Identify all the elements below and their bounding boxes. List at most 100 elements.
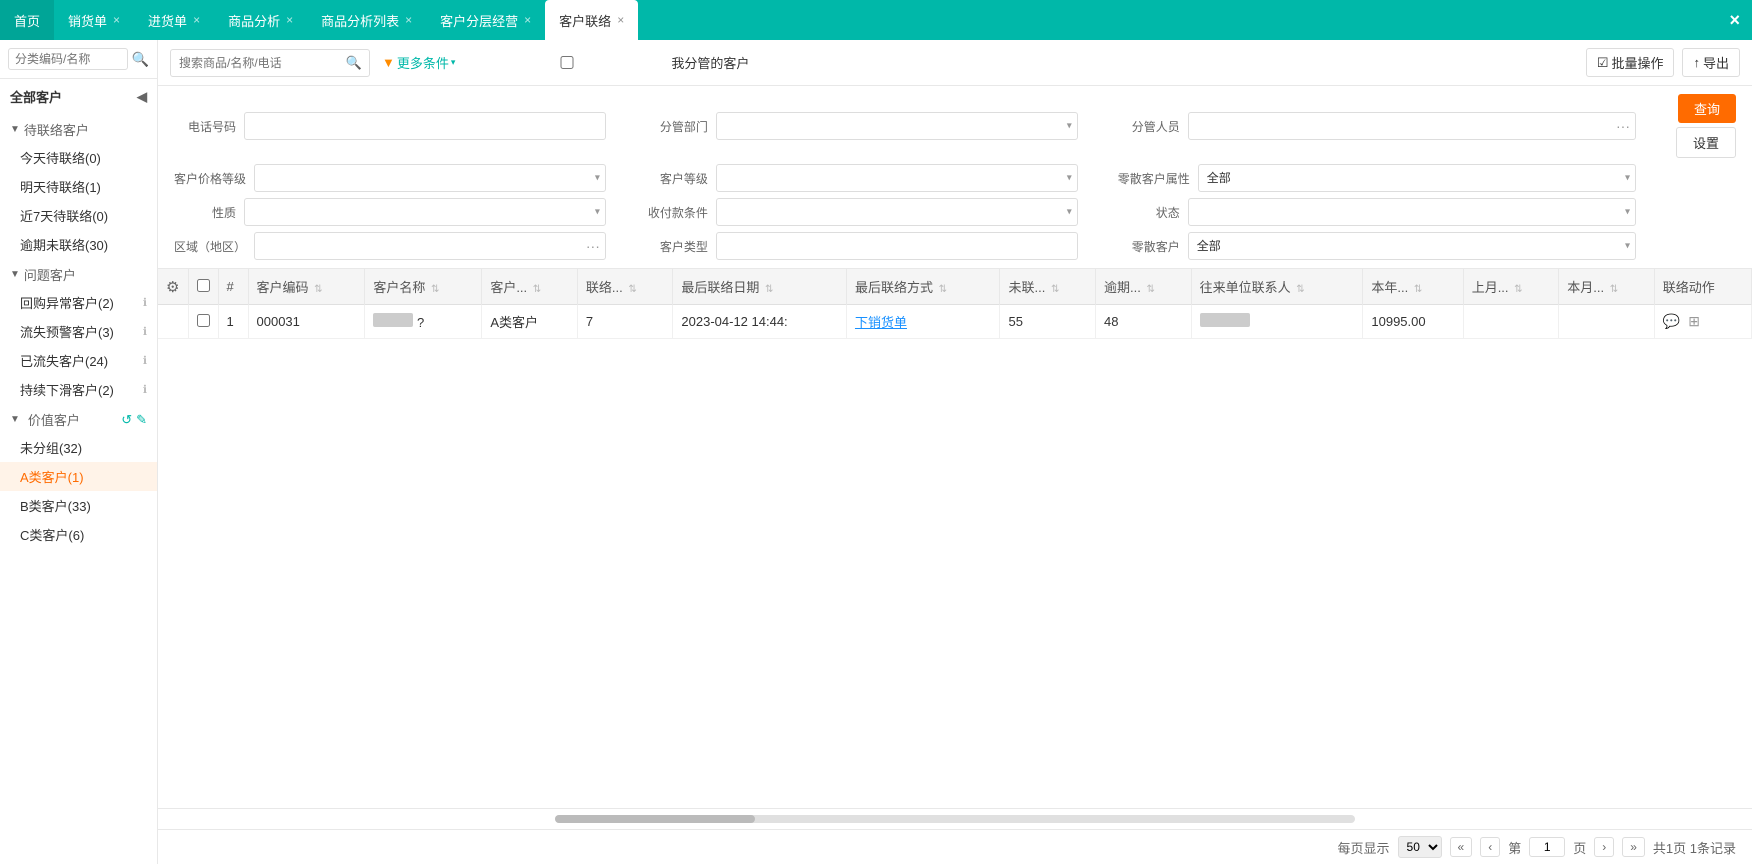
main-search-icon[interactable]: 🔍 (346, 55, 362, 71)
sidebar-item-b-class[interactable]: B类客户(33) (0, 491, 157, 520)
nav-customer-tier-close[interactable]: × (524, 13, 531, 27)
sidebar-collapse-icon[interactable]: ◀ (137, 89, 147, 105)
sidebar-item-repurchase[interactable]: 回购异常客户(2) ℹ (0, 288, 157, 317)
export-label: 导出 (1703, 53, 1729, 72)
td-uncontacted: 55 (1000, 305, 1096, 339)
scroll-thumb[interactable] (555, 815, 755, 823)
query-button[interactable]: 查询 (1678, 94, 1736, 123)
nav-purchase[interactable]: 进货单 × (134, 0, 214, 40)
select-all-checkbox[interactable] (197, 279, 210, 292)
sidebar-item-ungroup[interactable]: 未分组(32) (0, 433, 157, 462)
region-input[interactable] (254, 232, 606, 260)
value-refresh-icon[interactable]: ↺ (121, 412, 132, 428)
payment-label: 收付款条件 (646, 204, 716, 221)
sidebar-item-a-class[interactable]: A类客户(1) (0, 462, 157, 491)
nav-goods-close[interactable]: × (286, 13, 293, 27)
horizontal-scrollbar[interactable] (555, 815, 1355, 823)
per-page-select[interactable]: 50 (1398, 836, 1442, 858)
th-code[interactable]: 客户编码 ⇅ (248, 269, 365, 305)
sidebar-item-c-class[interactable]: C类客户(6) (0, 520, 157, 549)
batch-ops-button[interactable]: ☑ 批量操作 (1586, 48, 1675, 77)
nav-purchase-close[interactable]: × (193, 13, 200, 27)
nav-customer-tier[interactable]: 客户分层经营 × (426, 0, 545, 40)
nav-goods-analysis[interactable]: 商品分析 × (214, 0, 307, 40)
th-last-method[interactable]: 最后联络方式 ⇅ (846, 269, 1000, 305)
problem-group[interactable]: ▼ 问题客户 (0, 259, 157, 288)
manager-dots-icon[interactable]: ··· (1616, 118, 1630, 134)
batch-checkbox-icon: ☑ (1597, 55, 1609, 71)
th-category[interactable]: 客户... ⇅ (482, 269, 578, 305)
nature-select[interactable] (244, 198, 606, 226)
customer-type-input[interactable] (716, 232, 1078, 260)
status-select[interactable] (1188, 198, 1636, 226)
value-group[interactable]: ▼ 价值客户 ↺ ✎ (0, 404, 157, 433)
gear-icon[interactable]: ⚙ (166, 279, 179, 296)
settings-button[interactable]: 设置 (1676, 127, 1736, 158)
more-filters-btn[interactable]: ▼ 更多条件 ▾ (382, 53, 455, 72)
payment-field: 收付款条件 ▾ (646, 198, 1078, 226)
th-this-year[interactable]: 本年... ⇅ (1363, 269, 1463, 305)
adv-row-4: 区域（地区） ··· 客户类型 零散客户 (174, 232, 1736, 260)
customer-grade-select[interactable] (716, 164, 1078, 192)
td-last-method: 下销货单 (846, 305, 1000, 339)
price-grade-select[interactable] (254, 164, 606, 192)
sidebar-item-today[interactable]: 今天待联络(0) (0, 143, 157, 172)
row-checkbox[interactable] (197, 314, 210, 327)
filter-bar-right: ☑ 批量操作 ↑ 导出 (1586, 48, 1740, 77)
contact-icon[interactable]: 💬 (1663, 313, 1680, 330)
sidebar-item-churned[interactable]: 已流失客户(24) ℹ (0, 346, 157, 375)
td-index: 1 (218, 305, 248, 339)
manager-input[interactable] (1188, 112, 1636, 140)
pending-contact-group[interactable]: ▼ 待联络客户 (0, 114, 157, 143)
my-customers-checkbox[interactable]: 我分管的客户 (467, 53, 749, 72)
th-name[interactable]: 客户名称 ⇅ (365, 269, 482, 305)
more-action-icon[interactable]: ⊞ (1688, 313, 1700, 330)
sidebar-item-tomorrow[interactable]: 明天待联络(1) (0, 172, 157, 201)
th-this-month[interactable]: 本月... ⇅ (1559, 269, 1655, 305)
nav-home[interactable]: 首页 (0, 0, 54, 40)
dept-select[interactable] (716, 112, 1078, 140)
nav-sales-close[interactable]: × (113, 13, 120, 27)
export-button[interactable]: ↑ 导出 (1682, 48, 1740, 77)
sidebar-item-churn-warning[interactable]: 流失预警客户(3) ℹ (0, 317, 157, 346)
pending-group-label: 待联络客户 (24, 120, 89, 139)
status-label: 状态 (1118, 204, 1188, 221)
th-contact-count[interactable]: 联络... ⇅ (577, 269, 673, 305)
sidebar-search-input[interactable] (8, 48, 128, 70)
next-page-btn[interactable]: › (1594, 837, 1614, 857)
first-page-btn[interactable]: « (1450, 837, 1473, 857)
nav-customer-contact[interactable]: 客户联络 × (545, 0, 638, 40)
th-checkbox (188, 269, 218, 305)
search-input[interactable] (170, 49, 370, 77)
last-method-link[interactable]: 下销货单 (855, 315, 907, 330)
pending-arrow: ▼ (10, 124, 20, 135)
last-page-btn[interactable]: » (1622, 837, 1645, 857)
retail-customer-field: 零散客户 全部 ▾ (1118, 232, 1636, 260)
nav-sales[interactable]: 销货单 × (54, 0, 134, 40)
th-uncontacted[interactable]: 未联... ⇅ (1000, 269, 1096, 305)
retail-customer-select[interactable]: 全部 (1188, 232, 1636, 260)
sidebar-item-overdue[interactable]: 逾期未联络(30) (0, 230, 157, 259)
prev-page-btn[interactable]: ‹ (1480, 837, 1500, 857)
nav-goods-list[interactable]: 商品分析列表 × (307, 0, 426, 40)
th-unit-contact[interactable]: 往来单位联系人 ⇅ (1191, 269, 1363, 305)
th-overdue[interactable]: 逾期... ⇅ (1096, 269, 1192, 305)
close-all-icon[interactable]: × (1729, 10, 1740, 31)
nav-goods-list-close[interactable]: × (405, 13, 412, 27)
phone-input[interactable] (244, 112, 606, 140)
th-last-date[interactable]: 最后联络日期 ⇅ (673, 269, 847, 305)
customer-grade-field: 客户等级 ▾ (646, 164, 1078, 192)
sidebar-item-declining[interactable]: 持续下滑客户(2) ℹ (0, 375, 157, 404)
td-this-year: 10995.00 (1363, 305, 1463, 339)
my-customers-check[interactable] (467, 56, 667, 69)
sidebar-search-icon[interactable]: 🔍 (132, 51, 149, 68)
value-edit-icon[interactable]: ✎ (136, 412, 147, 428)
th-last-month[interactable]: 上月... ⇅ (1463, 269, 1559, 305)
region-dots-icon[interactable]: ··· (586, 238, 600, 254)
price-grade-wrap: ▾ (254, 164, 606, 192)
retail-attr-select[interactable]: 全部 (1198, 164, 1636, 192)
page-input[interactable] (1529, 837, 1565, 857)
payment-select[interactable] (716, 198, 1078, 226)
sidebar-item-7days[interactable]: 近7天待联络(0) (0, 201, 157, 230)
nav-customer-contact-close[interactable]: × (617, 13, 624, 27)
